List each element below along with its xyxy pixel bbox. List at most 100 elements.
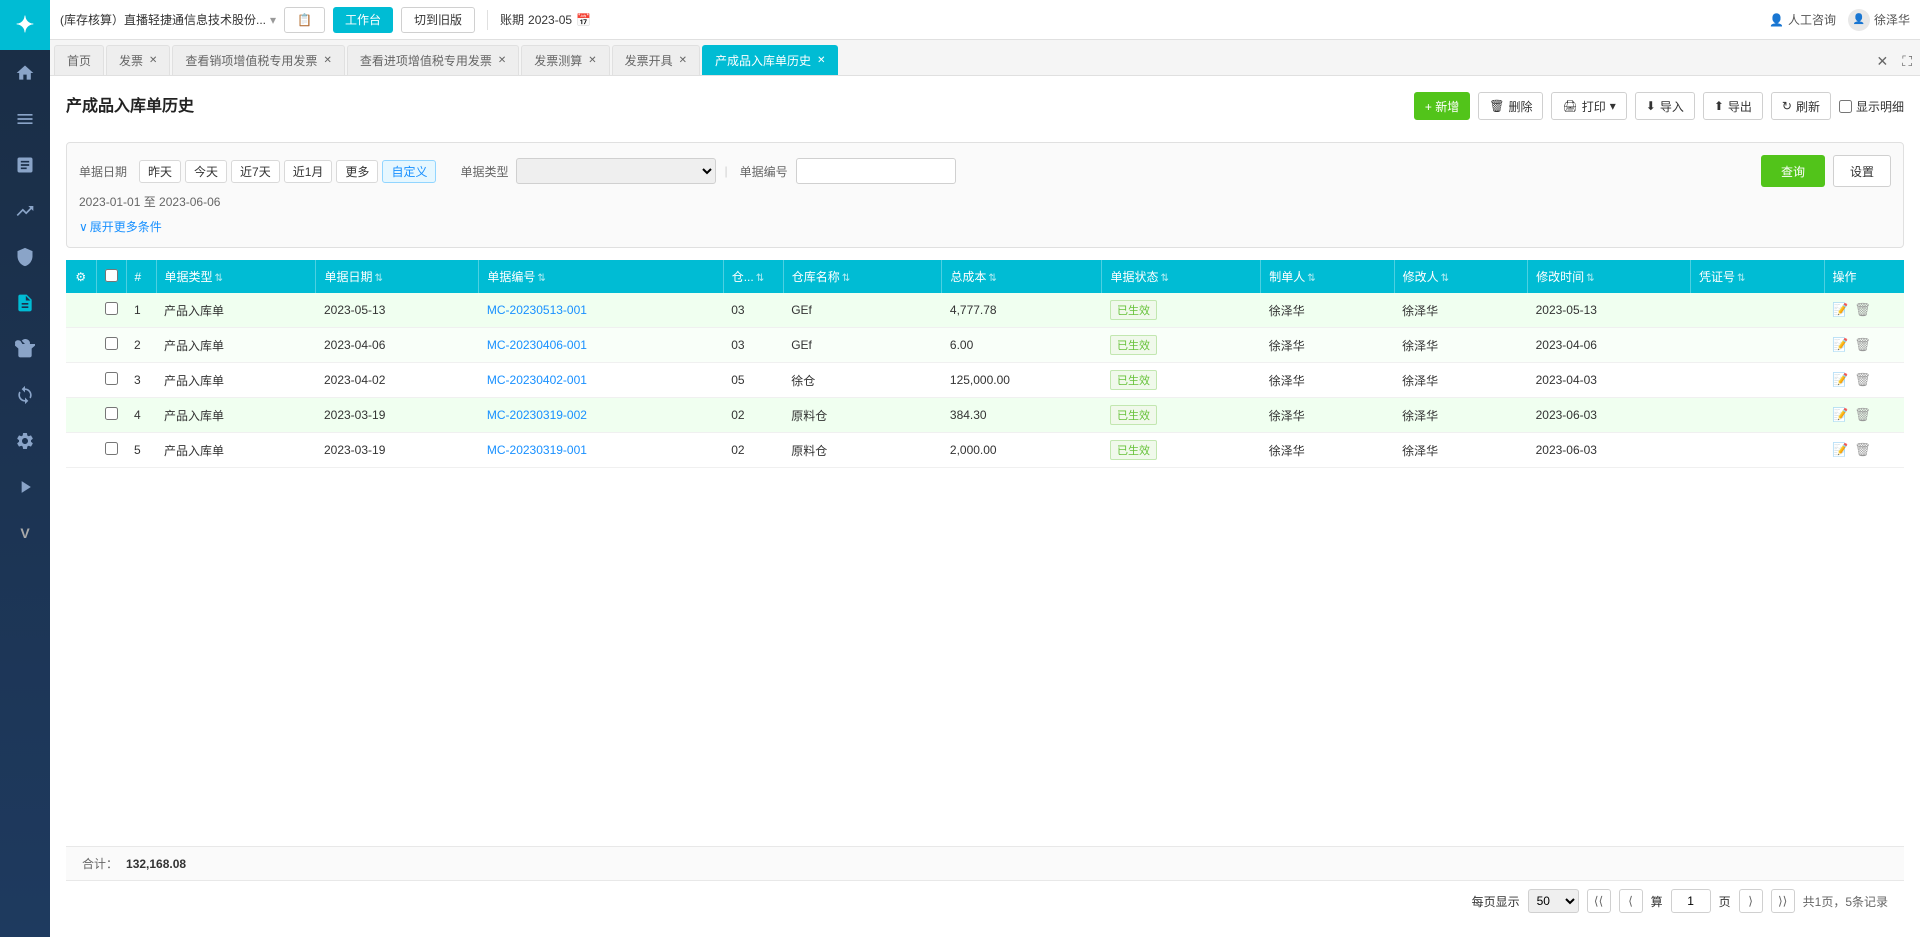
support-section[interactable]: 👤 人工咨询 <box>1769 11 1836 28</box>
app-logo[interactable]: ✦ <box>0 0 50 50</box>
row-checkbox-3[interactable] <box>105 407 118 420</box>
tab-invoice-issue-close[interactable]: ✕ <box>679 55 687 66</box>
row-number-4[interactable]: MC-20230319-001 <box>479 433 723 468</box>
number-filter-input[interactable] <box>796 158 956 184</box>
tab-invoice-calc-close[interactable]: ✕ <box>588 55 596 66</box>
sidebar-item-workflow[interactable] <box>0 372 50 418</box>
tab-purchase-vat[interactable]: 查看进项增值税专用发票 ✕ <box>347 45 519 75</box>
next-page-button[interactable]: ⟩ <box>1739 889 1763 913</box>
row-delete-icon-1[interactable]: 🗑 <box>1854 337 1871 353</box>
last-page-button[interactable]: ⟩⟩ <box>1771 889 1795 913</box>
col-voucher[interactable]: 凭证号⇅ <box>1690 260 1824 293</box>
sidebar-item-report[interactable] <box>0 142 50 188</box>
row-delete-icon-2[interactable]: 🗑 <box>1854 372 1871 388</box>
col-warehouse-name[interactable]: 仓库名称⇅ <box>783 260 942 293</box>
row-checkbox-cell-1[interactable] <box>96 328 126 363</box>
tab-product-instock[interactable]: 产成品入库单历史 ✕ <box>702 45 838 75</box>
print-button[interactable]: 🖨 打印 ▾ <box>1551 92 1626 120</box>
refresh-button[interactable]: ↻ 刷新 <box>1771 92 1831 120</box>
row-number-link-0[interactable]: MC-20230513-001 <box>487 303 587 317</box>
row-checkbox-1[interactable] <box>105 337 118 350</box>
row-checkbox-cell-3[interactable] <box>96 398 126 433</box>
row-edit-icon-2[interactable]: 📝 <box>1832 372 1848 388</box>
first-page-button[interactable]: ⟨⟨ <box>1587 889 1611 913</box>
row-delete-icon-0[interactable]: 🗑 <box>1854 302 1871 318</box>
row-checkbox-cell-4[interactable] <box>96 433 126 468</box>
prev-page-button[interactable]: ⟨ <box>1619 889 1643 913</box>
switch-version-button[interactable]: 切到旧版 <box>401 7 475 33</box>
import-button[interactable]: ⬇ 导入 <box>1635 92 1695 120</box>
workbench-button[interactable]: 工作台 <box>333 7 393 33</box>
show-detail-checkbox[interactable] <box>1839 100 1852 113</box>
tab-invoice[interactable]: 发票 ✕ <box>106 45 170 75</box>
query-button[interactable]: 查询 <box>1761 155 1825 187</box>
show-detail-checkbox-container[interactable]: 显示明细 <box>1839 98 1904 115</box>
row-edit-icon-4[interactable]: 📝 <box>1832 442 1848 458</box>
date-7days-btn[interactable]: 近7天 <box>231 160 280 183</box>
copy-button[interactable]: 📋 <box>284 7 325 33</box>
tab-maximize-button[interactable]: ⛶ <box>1898 51 1916 72</box>
col-modify-time[interactable]: 修改时间⇅ <box>1528 260 1691 293</box>
row-edit-icon-1[interactable]: 📝 <box>1832 337 1848 353</box>
select-all-checkbox[interactable] <box>105 269 118 282</box>
company-selector[interactable]: (库存核算）直播轻捷通信息技术股份... ▾ <box>60 11 276 28</box>
col-total-cost[interactable]: 总成本⇅ <box>942 260 1102 293</box>
col-status[interactable]: 单据状态⇅ <box>1102 260 1261 293</box>
sidebar-item-analytics[interactable] <box>0 188 50 234</box>
row-checkbox-4[interactable] <box>105 442 118 455</box>
sidebar-item-security[interactable] <box>0 234 50 280</box>
col-checkbox[interactable] <box>96 260 126 293</box>
tab-product-instock-close[interactable]: ✕ <box>817 55 825 66</box>
row-delete-icon-4[interactable]: 🗑 <box>1854 442 1871 458</box>
date-today-btn[interactable]: 今天 <box>185 160 227 183</box>
col-creator[interactable]: 制单人⇅ <box>1261 260 1394 293</box>
user-section[interactable]: 👤 徐泽华 <box>1848 9 1910 31</box>
sidebar-item-home[interactable] <box>0 50 50 96</box>
row-number-3[interactable]: MC-20230319-002 <box>479 398 723 433</box>
tab-invoice-close[interactable]: ✕ <box>149 55 157 66</box>
row-checkbox-2[interactable] <box>105 372 118 385</box>
settings-icon[interactable]: ⚙ <box>75 270 86 284</box>
page-number-input[interactable] <box>1671 889 1711 913</box>
calendar-icon[interactable]: 📅 <box>576 13 591 27</box>
tab-sales-vat-close[interactable]: ✕ <box>323 55 331 66</box>
row-delete-icon-3[interactable]: 🗑 <box>1854 407 1871 423</box>
col-type[interactable]: 单据类型⇅ <box>156 260 316 293</box>
type-filter-select[interactable] <box>516 158 716 184</box>
row-number-link-2[interactable]: MC-20230402-001 <box>487 373 587 387</box>
tab-invoice-issue[interactable]: 发票开具 ✕ <box>612 45 700 75</box>
sidebar-item-version[interactable]: V <box>0 510 50 556</box>
tab-sales-vat[interactable]: 查看销项增值税专用发票 ✕ <box>172 45 344 75</box>
col-date[interactable]: 单据日期⇅ <box>316 260 479 293</box>
expand-filter-button[interactable]: ∨ 展开更多条件 <box>79 218 162 235</box>
sidebar-item-play[interactable] <box>0 464 50 510</box>
col-warehouse-code[interactable]: 仓...⇅ <box>723 260 783 293</box>
date-yesterday-btn[interactable]: 昨天 <box>139 160 181 183</box>
delete-button[interactable]: 🗑 删除 <box>1478 92 1543 120</box>
tab-invoice-calc[interactable]: 发票测算 ✕ <box>521 45 609 75</box>
sidebar-item-documents[interactable] <box>0 280 50 326</box>
date-1month-btn[interactable]: 近1月 <box>284 160 333 183</box>
sidebar-item-menu[interactable] <box>0 96 50 142</box>
tab-home[interactable]: 首页 <box>54 45 104 75</box>
row-checkbox-cell-0[interactable] <box>96 293 126 328</box>
date-custom-btn[interactable]: 自定义 <box>382 160 436 183</box>
tab-purchase-vat-close[interactable]: ✕ <box>498 55 506 66</box>
add-button[interactable]: + 新增 <box>1414 92 1470 120</box>
row-checkbox-cell-2[interactable] <box>96 363 126 398</box>
row-number-link-4[interactable]: MC-20230319-001 <box>487 443 587 457</box>
col-modifier[interactable]: 修改人⇅ <box>1394 260 1527 293</box>
row-checkbox-0[interactable] <box>105 302 118 315</box>
row-number-1[interactable]: MC-20230406-001 <box>479 328 723 363</box>
sidebar-item-settings[interactable] <box>0 418 50 464</box>
row-edit-icon-3[interactable]: 📝 <box>1832 407 1848 423</box>
export-button[interactable]: ⬆ 导出 <box>1703 92 1763 120</box>
tab-close-all-button[interactable]: ✕ <box>1872 51 1892 72</box>
date-more-btn[interactable]: 更多 <box>336 160 378 183</box>
row-number-0[interactable]: MC-20230513-001 <box>479 293 723 328</box>
row-edit-icon-0[interactable]: 📝 <box>1832 302 1848 318</box>
company-dropdown-icon[interactable]: ▾ <box>270 13 276 27</box>
per-page-select[interactable]: 50 10 20 100 <box>1528 889 1579 913</box>
sidebar-item-inventory[interactable] <box>0 326 50 372</box>
row-number-link-3[interactable]: MC-20230319-002 <box>487 408 587 422</box>
